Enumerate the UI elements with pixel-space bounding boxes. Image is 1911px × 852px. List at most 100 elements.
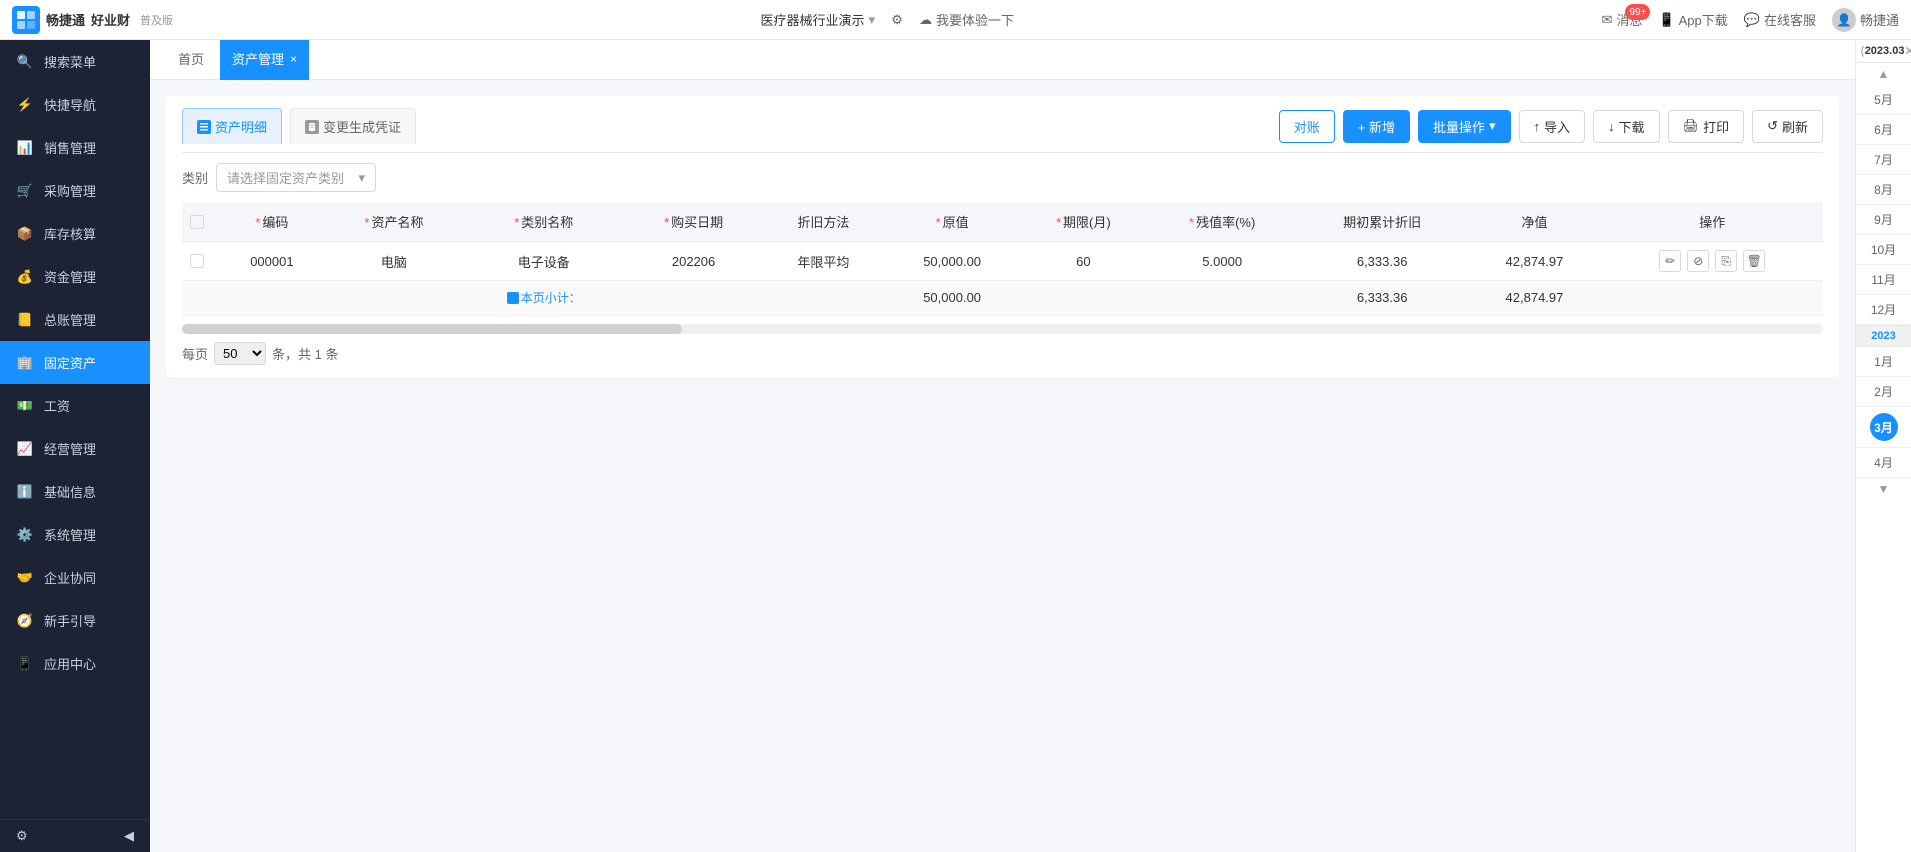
cell-name: 电脑	[326, 242, 462, 281]
payroll-icon: 💵	[16, 397, 34, 415]
up-arrow-button[interactable]: ▲	[1878, 63, 1890, 85]
cell-original-value: 50,000.00	[885, 242, 1019, 281]
total-label: 条，共 1 条	[272, 344, 338, 363]
message-button[interactable]: ✉ 消息 99+	[1602, 10, 1643, 29]
toolbar-right: 对账 + 新增 批量操作 ▾ ↑ 导入	[1279, 110, 1823, 143]
sidebar-label-search: 搜索菜单	[44, 52, 96, 71]
up-arrow-icon: ▲	[1878, 67, 1890, 81]
copy-button[interactable]: ⎘	[1715, 250, 1737, 272]
subtotal-original-value: 50,000.00	[885, 281, 1019, 316]
sidebar-bottom: ⚙ ◀	[0, 819, 150, 852]
basicinfo-icon: ℹ️	[16, 483, 34, 501]
sidebar-item-ledger[interactable]: 📒 总账管理	[0, 298, 150, 341]
month-4[interactable]: 4月	[1856, 448, 1911, 478]
month-9[interactable]: 9月	[1856, 205, 1911, 235]
tab-asset-management[interactable]: 资产管理 ×	[220, 40, 309, 80]
asset-table-wrap: *编码 *资产名称 *类别名称 *购买日期 折旧方法 *原值 *期限(月) *残…	[182, 202, 1823, 316]
chevron-down-icon: ▾	[1489, 118, 1496, 134]
new-button[interactable]: + 新增	[1343, 110, 1410, 143]
month-2[interactable]: 2月	[1856, 377, 1911, 407]
col-depreciation-method: 折旧方法	[762, 202, 885, 242]
month-1[interactable]: 1月	[1856, 347, 1911, 377]
sidebar-item-fixed[interactable]: 🏢 固定资产	[0, 341, 150, 384]
sidebar-item-enterprise[interactable]: 🤝 企业协同	[0, 556, 150, 599]
col-purchase-date: *购买日期	[625, 202, 761, 242]
logo-icon	[12, 6, 40, 34]
month-5[interactable]: 5月	[1856, 85, 1911, 115]
tab-bar: 首页 资产管理 ×	[150, 40, 1855, 80]
sidebar-label-system: 系统管理	[44, 525, 96, 544]
sidebar-label-enterprise: 企业协同	[44, 568, 96, 587]
category-filter-select[interactable]: 请选择固定资产类别 ▾	[216, 163, 376, 192]
sidebar-item-system[interactable]: ⚙️ 系统管理	[0, 513, 150, 556]
subtotal-accumulated: 6,333.36	[1297, 281, 1468, 316]
calendar-year-label: 2023.03	[1865, 45, 1905, 57]
sidebar-item-basicinfo[interactable]: ℹ️ 基础信息	[0, 470, 150, 513]
cell-period: 60	[1019, 242, 1147, 281]
sub-tab-change-voucher[interactable]: 变更生成凭证	[290, 108, 416, 144]
online-service-button[interactable]: 💬 在线客服	[1744, 10, 1816, 29]
month-6[interactable]: 6月	[1856, 115, 1911, 145]
sidebar-item-payroll[interactable]: 💵 工资	[0, 384, 150, 427]
row-checkbox[interactable]	[190, 254, 204, 268]
experience-button[interactable]: ☁ 我要体验一下	[919, 10, 1014, 29]
collapse-sidebar-icon[interactable]: ◀	[124, 828, 134, 844]
sidebar-item-quicknav[interactable]: ⚡ 快捷导航	[0, 83, 150, 126]
topbar-right: ✉ 消息 99+ 📱 App下载 💬 在线客服 👤 畅捷通	[1602, 8, 1899, 32]
sidebar-item-sales[interactable]: 📊 销售管理	[0, 126, 150, 169]
per-page-label: 每页	[182, 344, 208, 363]
batch-button[interactable]: 批量操作 ▾	[1418, 110, 1511, 143]
sidebar-item-apps[interactable]: 📱 应用中心	[0, 642, 150, 685]
download-button[interactable]: ↓ 下载	[1593, 110, 1660, 143]
cell-depreciation-method: 年限平均	[762, 242, 885, 281]
col-residual-rate: *残值率(%)	[1148, 202, 1297, 242]
month-8[interactable]: 8月	[1856, 175, 1911, 205]
settings-gear-icon[interactable]: ⚙	[16, 828, 28, 844]
category-filter-label: 类别	[182, 168, 208, 187]
sidebar-item-operations[interactable]: 📈 经营管理	[0, 427, 150, 470]
company-selector[interactable]: 医疗器械行业演示 ▾	[761, 10, 876, 29]
refresh-button[interactable]: ↺ 刷新	[1752, 110, 1823, 143]
month-10[interactable]: 10月	[1856, 235, 1911, 265]
tab-close-icon[interactable]: ×	[290, 52, 297, 66]
subtab-toolbar-row: 资产明细 变更生成凭证 对账	[182, 108, 1823, 153]
reconcile-button[interactable]: 对账	[1279, 110, 1335, 143]
col-code: *编码	[218, 202, 326, 242]
month-7[interactable]: 7月	[1856, 145, 1911, 175]
select-arrow-icon: ▾	[358, 170, 365, 186]
print-button[interactable]: 🖨 打印	[1668, 110, 1745, 143]
tab-asset-label: 资产管理	[232, 49, 284, 68]
sidebar-item-inventory[interactable]: 📦 库存核算	[0, 212, 150, 255]
sidebar-item-guide[interactable]: 🧭 新手引导	[0, 599, 150, 642]
settings-icon[interactable]: ⚙	[883, 6, 911, 34]
month-11[interactable]: 11月	[1856, 265, 1911, 295]
sidebar-item-purchase[interactable]: 🛒 采购管理	[0, 169, 150, 212]
edit-button[interactable]: ✏	[1659, 250, 1681, 272]
cell-code: 000001	[218, 242, 326, 281]
purchase-icon: 🛒	[16, 182, 34, 200]
year-separator: 2023	[1856, 325, 1911, 347]
sales-icon: 📊	[16, 139, 34, 157]
month-12[interactable]: 12月	[1856, 295, 1911, 325]
tab-home[interactable]: 首页	[166, 40, 216, 80]
print-icon: 🖨	[1683, 118, 1700, 134]
per-page-select[interactable]: 50 100 200	[214, 342, 266, 365]
sidebar-item-search[interactable]: 🔍 搜索菜单	[0, 40, 150, 83]
subtotal-net-value: 42,874.97	[1467, 281, 1601, 316]
sub-tab-asset-detail[interactable]: 资产明细	[182, 108, 282, 144]
scrap-button[interactable]: ⊘	[1687, 250, 1709, 272]
month-3-active[interactable]: 3月	[1856, 407, 1911, 448]
delete-button[interactable]: 🗑	[1743, 250, 1765, 272]
col-category: *类别名称	[462, 202, 625, 242]
import-button[interactable]: ↑ 导入	[1519, 110, 1586, 143]
user-avatar[interactable]: 👤 畅捷通	[1832, 8, 1899, 32]
right-panel-close-icon[interactable]: ✕	[1904, 44, 1911, 58]
select-all-checkbox[interactable]	[190, 215, 204, 229]
table-scrollbar[interactable]	[182, 324, 1823, 334]
sidebar-item-funds[interactable]: 💰 资金管理	[0, 255, 150, 298]
funds-icon: 💰	[16, 268, 34, 286]
sub-tabs: 资产明细 变更生成凭证	[182, 108, 420, 144]
cell-residual-rate: 5.0000	[1148, 242, 1297, 281]
down-arrow-button[interactable]: ▼	[1878, 478, 1890, 500]
app-download-button[interactable]: 📱 App下载	[1658, 10, 1727, 29]
